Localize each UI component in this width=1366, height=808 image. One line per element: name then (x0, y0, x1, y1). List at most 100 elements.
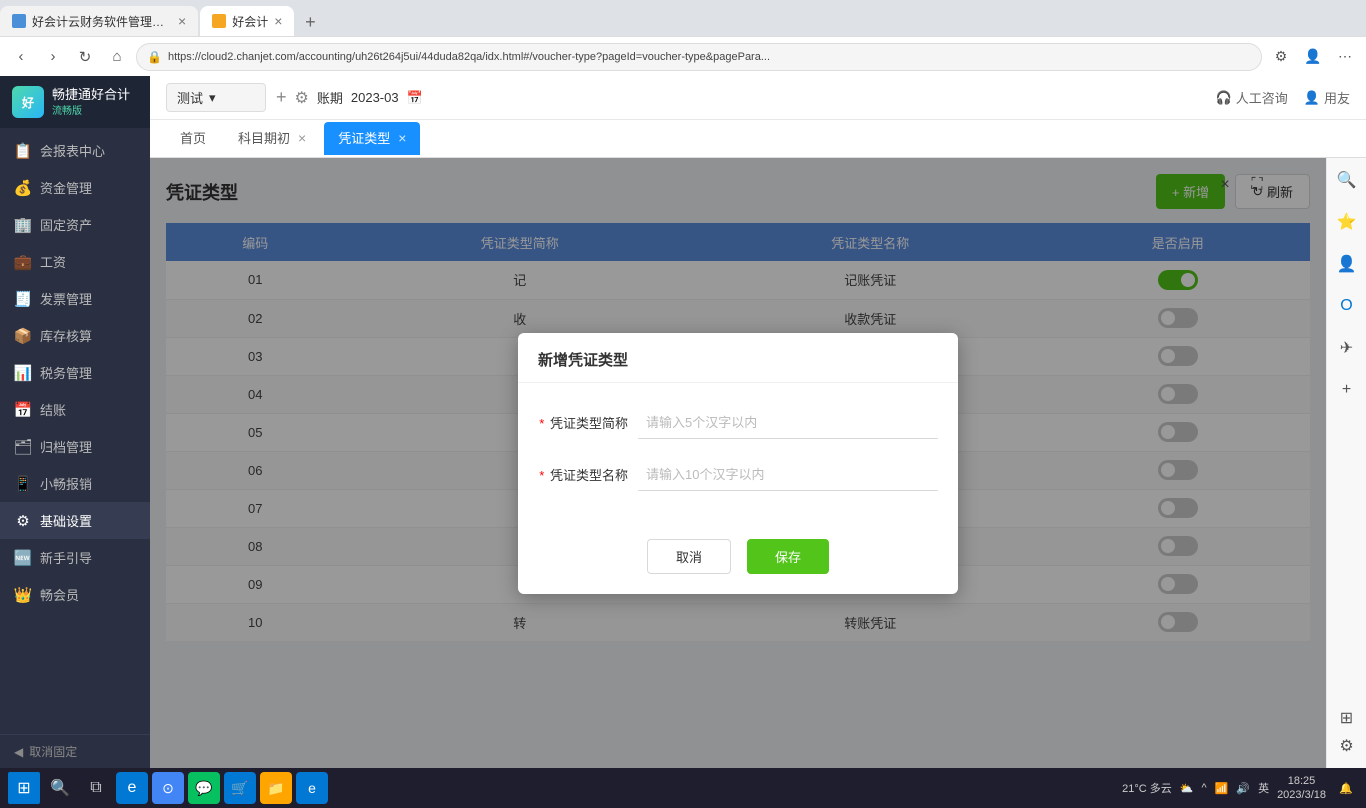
taskbar-chevron[interactable]: ^ (1201, 782, 1206, 794)
new-tab-button[interactable]: + (296, 8, 324, 36)
user-label: 用友 (1324, 88, 1350, 107)
network-icon[interactable]: 📶 (1215, 782, 1229, 795)
time-text: 18:25 (1277, 774, 1326, 788)
abbr-label: * 凭证类型简称 (538, 413, 638, 432)
sidebar-item-assets[interactable]: 🏢 固定资产 (0, 206, 150, 243)
url-bar[interactable]: 🔒 https://cloud2.chanjet.com/accounting/… (136, 43, 1262, 71)
guide-icon: 🆕 (14, 549, 32, 567)
sidebar-items: 📋 会报表中心 💰 资金管理 🏢 固定资产 💼 工资 🧾 发票管理 📦 (0, 128, 150, 734)
taskbar-multiview-icon[interactable]: ⧉ (80, 772, 112, 804)
sidebar-item-expense[interactable]: 📱 小畅报销 (0, 465, 150, 502)
invoice-icon: 🧾 (14, 290, 32, 308)
sidebar-label-guide: 新手引导 (40, 548, 92, 567)
right-panel-grid-icon[interactable]: ⊞ (1333, 704, 1361, 732)
closing-icon: 📅 (14, 401, 32, 419)
top-bar: 测试 ▾ + ⚙ 账期 2023-03 📅 🎧 人工咨询 👤 用友 (150, 76, 1366, 120)
tab-voucher[interactable]: 凭证类型 × (324, 122, 420, 155)
taskbar-wechat-app[interactable]: 💬 (188, 772, 220, 804)
start-button[interactable]: ⊞ (8, 772, 40, 804)
tab2-close-icon[interactable]: × (274, 14, 282, 28)
sidebar-item-reports[interactable]: 📋 会报表中心 (0, 132, 150, 169)
sidebar: 好 畅捷通好合计 流畅版 📋 会报表中心 💰 资金管理 🏢 固定资产 💼 工资 (0, 76, 150, 768)
sidebar-item-member[interactable]: 👑 畅会员 (0, 576, 150, 613)
back-button[interactable]: ‹ (8, 44, 34, 70)
app-layout: 好 畅捷通好合计 流畅版 📋 会报表中心 💰 资金管理 🏢 固定资产 💼 工资 (0, 76, 1366, 768)
add-company-button[interactable]: + (276, 87, 287, 108)
home-button[interactable]: ⌂ (104, 44, 130, 70)
taskbar-files-app[interactable]: 📁 (260, 772, 292, 804)
tab2-title: 好会计 (232, 13, 268, 30)
right-panel-user-icon[interactable]: 👤 (1333, 250, 1361, 278)
abbr-field-row: * 凭证类型简称 (538, 407, 938, 439)
right-panel-send-icon[interactable]: ✈ (1333, 334, 1361, 362)
tab-home[interactable]: 首页 (166, 122, 220, 155)
sidebar-item-funds[interactable]: 💰 资金管理 (0, 169, 150, 206)
page-tabs: 首页 科目期初 × 凭证类型 × (150, 120, 1366, 158)
sidebar-item-closing[interactable]: 📅 结账 (0, 391, 150, 428)
right-panel-plus-icon[interactable]: + (1333, 376, 1361, 404)
sidebar-item-inventory[interactable]: 📦 库存核算 (0, 317, 150, 354)
unpin-label: 取消固定 (29, 743, 77, 760)
taskbar-chrome-app[interactable]: ⊙ (152, 772, 184, 804)
browser-tab-1[interactable]: 好会计云财务软件管理系统_会计 × (0, 6, 198, 36)
extensions-icon[interactable]: ⚙ (1268, 44, 1294, 70)
chrome-icon: ⊙ (162, 780, 174, 797)
browser-chrome: 好会计云财务软件管理系统_会计 × 好会计 × + ‹ › ↻ ⌂ 🔒 http… (0, 0, 1366, 76)
tab-voucher-close[interactable]: × (398, 131, 406, 145)
name-input[interactable] (638, 459, 938, 491)
sidebar-item-invoice[interactable]: 🧾 发票管理 (0, 280, 150, 317)
clock-display[interactable]: 18:25 2023/3/18 (1277, 774, 1326, 803)
user-button[interactable]: 👤 用友 (1304, 88, 1350, 107)
forward-button[interactable]: › (40, 44, 66, 70)
company-selector[interactable]: 测试 ▾ (166, 83, 266, 112)
calendar-icon[interactable]: 📅 (407, 90, 423, 106)
sidebar-logo: 好 畅捷通好合计 流畅版 (0, 76, 150, 128)
tab-subject[interactable]: 科目期初 × (224, 122, 320, 155)
sidebar-item-archive[interactable]: 🗂 归档管理 (0, 428, 150, 465)
sidebar-unpin-button[interactable]: ◀ 取消固定 (0, 734, 150, 768)
url-text: https://cloud2.chanjet.com/accounting/uh… (168, 51, 770, 63)
sidebar-item-settings[interactable]: ⚙ 基础设置 (0, 502, 150, 539)
sidebar-label-invoice: 发票管理 (40, 289, 92, 308)
company-dropdown-icon: ▾ (209, 90, 216, 106)
right-panel-gear-icon[interactable]: ⚙ (1333, 732, 1361, 760)
logo-icon: 好 (12, 86, 44, 118)
notification-button[interactable]: 🔔 (1334, 776, 1358, 800)
name-required-mark: * (539, 468, 544, 483)
tab-subject-close[interactable]: × (298, 131, 306, 145)
right-panel-star-icon[interactable]: ⭐ (1333, 208, 1361, 236)
top-bar-actions: + ⚙ 账期 2023-03 📅 (276, 87, 423, 108)
right-panel-search-icon[interactable]: 🔍 (1333, 166, 1361, 194)
consult-label: 人工咨询 (1236, 88, 1288, 107)
settings-gear-icon[interactable]: ⚙ (295, 88, 309, 108)
tab2-favicon (212, 14, 226, 28)
sidebar-label-inventory: 库存核算 (40, 326, 92, 345)
taskbar-store-app[interactable]: 🛒 (224, 772, 256, 804)
save-button[interactable]: 保存 (747, 539, 829, 574)
taskbar-edge-app[interactable]: e (116, 772, 148, 804)
logo-text: 畅捷通好合计 (52, 87, 130, 103)
company-name: 测试 (177, 88, 203, 107)
right-panel-outlook-icon[interactable]: O (1333, 292, 1361, 320)
tab1-close-icon[interactable]: × (178, 14, 186, 28)
reports-icon: 📋 (14, 142, 32, 160)
browser-tab-2[interactable]: 好会计 × (200, 6, 294, 36)
menu-icon[interactable]: ⋯ (1332, 44, 1358, 70)
profile-icon[interactable]: 👤 (1300, 44, 1326, 70)
member-icon: 👑 (14, 586, 32, 604)
sidebar-item-tax[interactable]: 📊 税务管理 (0, 354, 150, 391)
tab-home-label: 首页 (180, 128, 206, 147)
sidebar-item-payroll[interactable]: 💼 工资 (0, 243, 150, 280)
name-label-text: 凭证类型名称 (550, 468, 628, 483)
refresh-button[interactable]: ↻ (72, 44, 98, 70)
taskbar-edge2-app[interactable]: e (296, 772, 328, 804)
period-label: 账期 (317, 88, 343, 107)
volume-icon[interactable]: 🔊 (1236, 782, 1250, 795)
abbr-input[interactable] (638, 407, 938, 439)
consult-button[interactable]: 🎧 人工咨询 (1216, 88, 1288, 107)
taskbar-search-button[interactable]: 🔍 (44, 772, 76, 804)
sidebar-item-guide[interactable]: 🆕 新手引导 (0, 539, 150, 576)
archive-icon: 🗂 (14, 438, 32, 456)
cancel-button[interactable]: 取消 (647, 539, 731, 574)
logo-sub: 流畅版 (52, 102, 130, 117)
